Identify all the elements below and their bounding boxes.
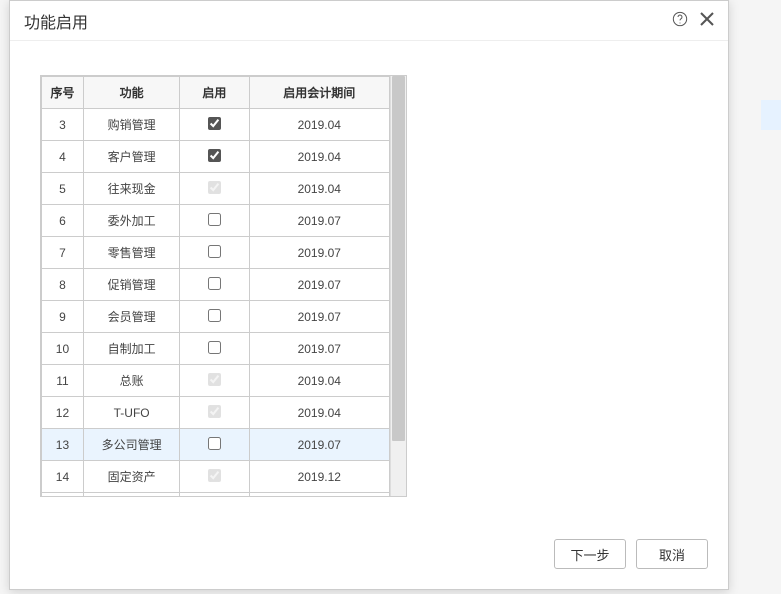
feature-table: 序号 功能 启用 启用会计期间 3购销管理 2019.04 4客户管理 2019.04… bbox=[41, 76, 390, 496]
cell-seq: 4 bbox=[42, 141, 84, 173]
cell-period: 2019.04 bbox=[249, 493, 389, 497]
enable-checkbox bbox=[208, 405, 221, 418]
cell-period: 2019.07 bbox=[249, 237, 389, 269]
table-row[interactable]: 7零售管理 2019.07 bbox=[42, 237, 390, 269]
enable-checkbox[interactable] bbox=[208, 309, 221, 322]
table-row[interactable]: 3购销管理 2019.04 bbox=[42, 109, 390, 141]
table-row[interactable]: 9会员管理 2019.07 bbox=[42, 301, 390, 333]
table-row[interactable]: 15出纳管理 2019.04 bbox=[42, 493, 390, 497]
table-row[interactable]: 11总账 2019.04 bbox=[42, 365, 390, 397]
cell-seq: 11 bbox=[42, 365, 84, 397]
cell-period: 2019.04 bbox=[249, 173, 389, 205]
cell-enable bbox=[180, 173, 249, 205]
cell-feature: 购销管理 bbox=[83, 109, 179, 141]
dialog-footer: 下一步 取消 bbox=[10, 527, 728, 589]
cell-seq: 13 bbox=[42, 429, 84, 461]
cell-enable bbox=[180, 365, 249, 397]
cell-feature: 会员管理 bbox=[83, 301, 179, 333]
cell-feature: 零售管理 bbox=[83, 237, 179, 269]
cell-seq: 12 bbox=[42, 397, 84, 429]
feature-table-container: 序号 功能 启用 启用会计期间 3购销管理 2019.04 4客户管理 2019.04… bbox=[40, 75, 407, 497]
table-scroll-area: 序号 功能 启用 启用会计期间 3购销管理 2019.04 4客户管理 2019.04… bbox=[41, 76, 390, 496]
cell-seq: 7 bbox=[42, 237, 84, 269]
enable-checkbox bbox=[208, 469, 221, 482]
cell-period: 2019.07 bbox=[249, 333, 389, 365]
enable-checkbox[interactable] bbox=[208, 117, 221, 130]
table-body: 3购销管理2019.044客户管理2019.045往来现金2019.046委外加… bbox=[42, 109, 390, 497]
header-seq: 序号 bbox=[42, 77, 84, 109]
cell-period: 2019.12 bbox=[249, 461, 389, 493]
vertical-scrollbar[interactable] bbox=[390, 76, 406, 496]
table-row[interactable]: 10自制加工 2019.07 bbox=[42, 333, 390, 365]
cell-feature: 促销管理 bbox=[83, 269, 179, 301]
cell-feature: 固定资产 bbox=[83, 461, 179, 493]
cell-feature: 客户管理 bbox=[83, 141, 179, 173]
table-row[interactable]: 13多公司管理 2019.07 bbox=[42, 429, 390, 461]
cell-enable bbox=[180, 301, 249, 333]
cell-feature: 总账 bbox=[83, 365, 179, 397]
cell-seq: 6 bbox=[42, 205, 84, 237]
cell-feature: T-UFO bbox=[83, 397, 179, 429]
cell-seq: 14 bbox=[42, 461, 84, 493]
cancel-button[interactable]: 取消 bbox=[636, 539, 708, 569]
table-row[interactable]: 8促销管理 2019.07 bbox=[42, 269, 390, 301]
cell-period: 2019.07 bbox=[249, 269, 389, 301]
next-button[interactable]: 下一步 bbox=[554, 539, 626, 569]
help-icon[interactable] bbox=[672, 11, 688, 30]
enable-checkbox[interactable] bbox=[208, 245, 221, 258]
enable-checkbox[interactable] bbox=[208, 149, 221, 162]
cell-feature: 出纳管理 bbox=[83, 493, 179, 497]
table-row[interactable]: 6委外加工 2019.07 bbox=[42, 205, 390, 237]
cell-feature: 往来现金 bbox=[83, 173, 179, 205]
cell-enable bbox=[180, 333, 249, 365]
cell-period: 2019.04 bbox=[249, 141, 389, 173]
cell-enable bbox=[180, 493, 249, 497]
cell-period: 2019.04 bbox=[249, 397, 389, 429]
cell-enable bbox=[180, 269, 249, 301]
scrollbar-thumb[interactable] bbox=[392, 76, 405, 441]
cell-period: 2019.07 bbox=[249, 429, 389, 461]
enable-checkbox bbox=[208, 181, 221, 194]
cell-seq: 10 bbox=[42, 333, 84, 365]
cell-enable bbox=[180, 205, 249, 237]
table-row[interactable]: 12T-UFO 2019.04 bbox=[42, 397, 390, 429]
header-feature: 功能 bbox=[83, 77, 179, 109]
cell-enable bbox=[180, 397, 249, 429]
header-icons bbox=[672, 11, 714, 30]
header-period: 启用会计期间 bbox=[249, 77, 389, 109]
cell-enable bbox=[180, 109, 249, 141]
cell-feature: 委外加工 bbox=[83, 205, 179, 237]
enable-checkbox[interactable] bbox=[208, 213, 221, 226]
enable-checkbox[interactable] bbox=[208, 437, 221, 450]
dialog-body: 序号 功能 启用 启用会计期间 3购销管理 2019.04 4客户管理 2019.04… bbox=[10, 41, 728, 527]
table-header-row: 序号 功能 启用 启用会计期间 bbox=[42, 77, 390, 109]
enable-checkbox bbox=[208, 373, 221, 386]
dialog-header: 功能启用 bbox=[10, 1, 728, 41]
cell-seq: 15 bbox=[42, 493, 84, 497]
header-enable: 启用 bbox=[180, 77, 249, 109]
cell-seq: 3 bbox=[42, 109, 84, 141]
enable-checkbox[interactable] bbox=[208, 277, 221, 290]
enable-checkbox[interactable] bbox=[208, 341, 221, 354]
cell-period: 2019.04 bbox=[249, 109, 389, 141]
cell-period: 2019.07 bbox=[249, 301, 389, 333]
table-row[interactable]: 14固定资产 2019.12 bbox=[42, 461, 390, 493]
table-row[interactable]: 5往来现金 2019.04 bbox=[42, 173, 390, 205]
table-row[interactable]: 4客户管理 2019.04 bbox=[42, 141, 390, 173]
cell-seq: 8 bbox=[42, 269, 84, 301]
cell-seq: 9 bbox=[42, 301, 84, 333]
close-icon[interactable] bbox=[700, 12, 714, 29]
cell-period: 2019.04 bbox=[249, 365, 389, 397]
cell-seq: 5 bbox=[42, 173, 84, 205]
cell-feature: 自制加工 bbox=[83, 333, 179, 365]
cell-enable bbox=[180, 429, 249, 461]
cell-period: 2019.07 bbox=[249, 205, 389, 237]
cell-enable bbox=[180, 461, 249, 493]
cell-feature: 多公司管理 bbox=[83, 429, 179, 461]
feature-enable-dialog: 功能启用 序号 功能 启用 启用会计期间 bbox=[9, 0, 729, 590]
cell-enable bbox=[180, 141, 249, 173]
dialog-title: 功能启用 bbox=[24, 9, 88, 33]
cell-enable bbox=[180, 237, 249, 269]
